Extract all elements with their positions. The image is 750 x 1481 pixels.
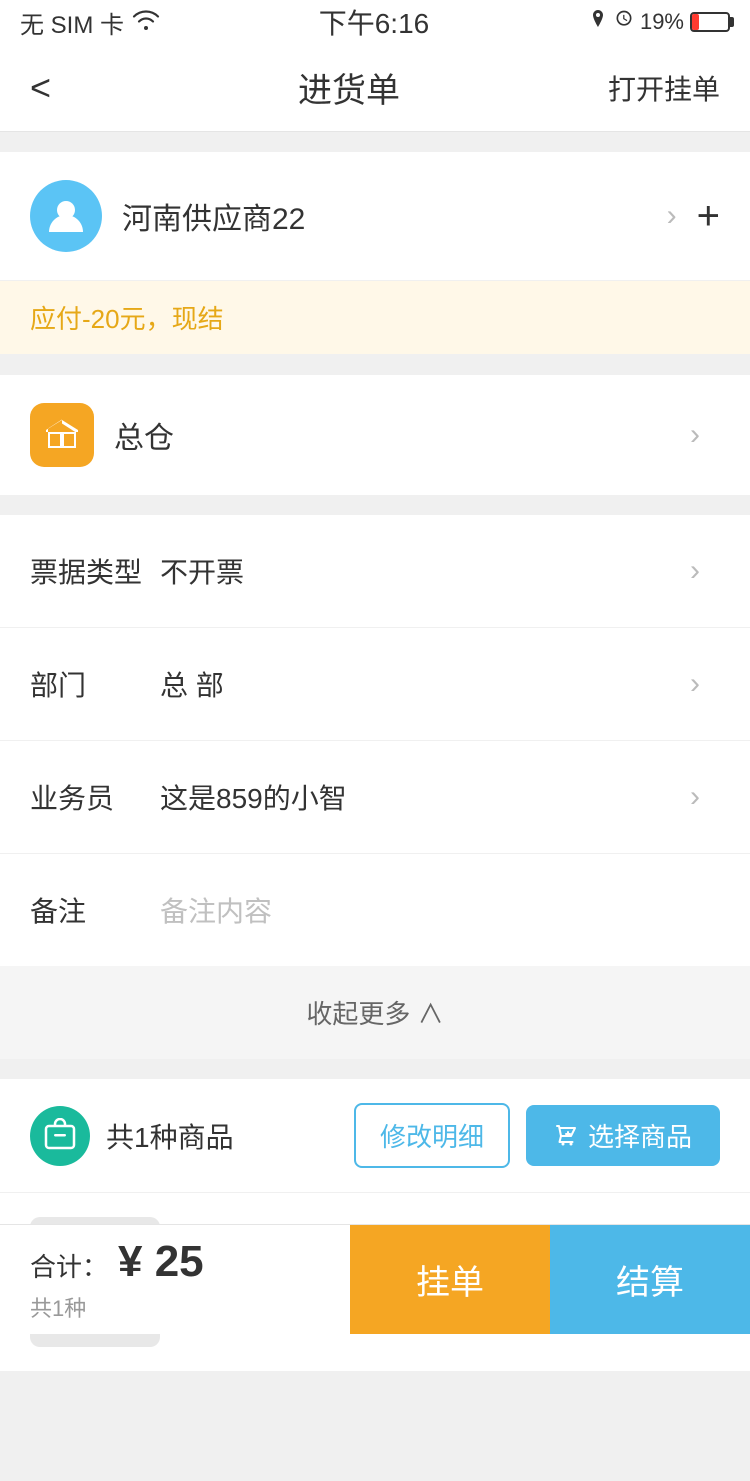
edit-detail-button[interactable]: 修改明细 — [354, 1103, 510, 1168]
department-chevron-icon: › — [690, 667, 700, 701]
collapse-row[interactable]: 收起更多 ∧ — [0, 966, 750, 1059]
supplier-chevron-icon: › — [667, 199, 677, 233]
warehouse-chevron-icon: › — [690, 418, 700, 452]
wifi-icon — [132, 8, 160, 37]
ticket-type-chevron-icon: › — [690, 554, 700, 588]
products-icon — [30, 1106, 90, 1166]
carrier-label: 无 SIM 卡 — [20, 5, 124, 40]
warehouse-row[interactable]: 总仓 › — [0, 375, 750, 495]
alarm-icon — [614, 9, 634, 35]
remark-input[interactable]: 备注内容 — [160, 890, 720, 930]
total-amount: ¥ 25 — [118, 1237, 204, 1287]
bottom-bar: 合计： ¥ 25 共1种 挂单 结算 — [0, 1224, 750, 1334]
select-product-button[interactable]: 选择商品 — [526, 1105, 720, 1166]
products-count: 共1种商品 — [106, 1116, 354, 1156]
salesperson-row[interactable]: 业务员 这是859的小智 › — [0, 740, 750, 853]
ticket-type-label: 票据类型 — [30, 551, 160, 591]
status-right: 19% — [588, 9, 730, 35]
nav-bar: < 进货单 打开挂单 — [0, 44, 750, 132]
add-button[interactable]: + — [697, 196, 720, 236]
status-left: 无 SIM 卡 — [20, 5, 160, 40]
page-title: 进货单 — [298, 63, 400, 112]
bottom-total: 合计： ¥ 25 共1种 — [0, 1225, 350, 1334]
warehouse-icon — [30, 403, 94, 467]
salesperson-value: 这是859的小智 — [160, 777, 690, 817]
products-header: 共1种商品 修改明细 选择商品 — [0, 1059, 750, 1192]
department-value: 总 部 — [160, 664, 690, 704]
remark-row[interactable]: 备注 备注内容 — [0, 853, 750, 966]
status-bar: 无 SIM 卡 下午6:16 19% — [0, 0, 750, 44]
salesperson-label: 业务员 — [30, 777, 160, 817]
battery-percent: 19% — [640, 9, 684, 35]
total-sub: 共1种 — [30, 1291, 320, 1323]
location-icon — [588, 9, 608, 35]
pending-button[interactable]: 挂单 — [350, 1225, 550, 1334]
collapse-label: 收起更多 ∧ — [306, 994, 443, 1031]
notice-bar: 应付-20元，现结 — [0, 281, 750, 355]
remark-label: 备注 — [30, 890, 160, 930]
warehouse-section: 总仓 › — [0, 375, 750, 495]
ticket-type-value: 不开票 — [160, 551, 690, 591]
warehouse-name: 总仓 — [114, 413, 690, 457]
form-section: 票据类型 不开票 › 部门 总 部 › 业务员 这是859的小智 › 备注 备注… — [0, 515, 750, 966]
department-row[interactable]: 部门 总 部 › — [0, 627, 750, 740]
status-time: 下午6:16 — [319, 2, 430, 42]
divider-top — [0, 132, 750, 152]
total-line: 合计： ¥ 25 — [30, 1237, 320, 1287]
battery-icon — [690, 12, 730, 32]
checkout-button[interactable]: 结算 — [550, 1225, 750, 1334]
divider-1 — [0, 355, 750, 375]
supplier-section: 河南供应商22 › + 应付-20元，现结 — [0, 152, 750, 355]
supplier-row[interactable]: 河南供应商22 › + — [0, 152, 750, 281]
department-label: 部门 — [30, 664, 160, 704]
pending-label: 挂单 — [416, 1255, 484, 1304]
divider-2 — [0, 495, 750, 515]
supplier-avatar — [30, 180, 102, 252]
total-label: 合计： — [30, 1247, 108, 1284]
cart-icon — [554, 1123, 580, 1149]
checkout-label: 结算 — [616, 1255, 684, 1304]
select-product-label: 选择商品 — [588, 1117, 692, 1154]
ticket-type-row[interactable]: 票据类型 不开票 › — [0, 515, 750, 627]
open-pending-button[interactable]: 打开挂单 — [608, 68, 720, 108]
supplier-name: 河南供应商22 — [122, 194, 667, 238]
back-button[interactable]: < — [30, 67, 90, 109]
salesperson-chevron-icon: › — [690, 780, 700, 814]
